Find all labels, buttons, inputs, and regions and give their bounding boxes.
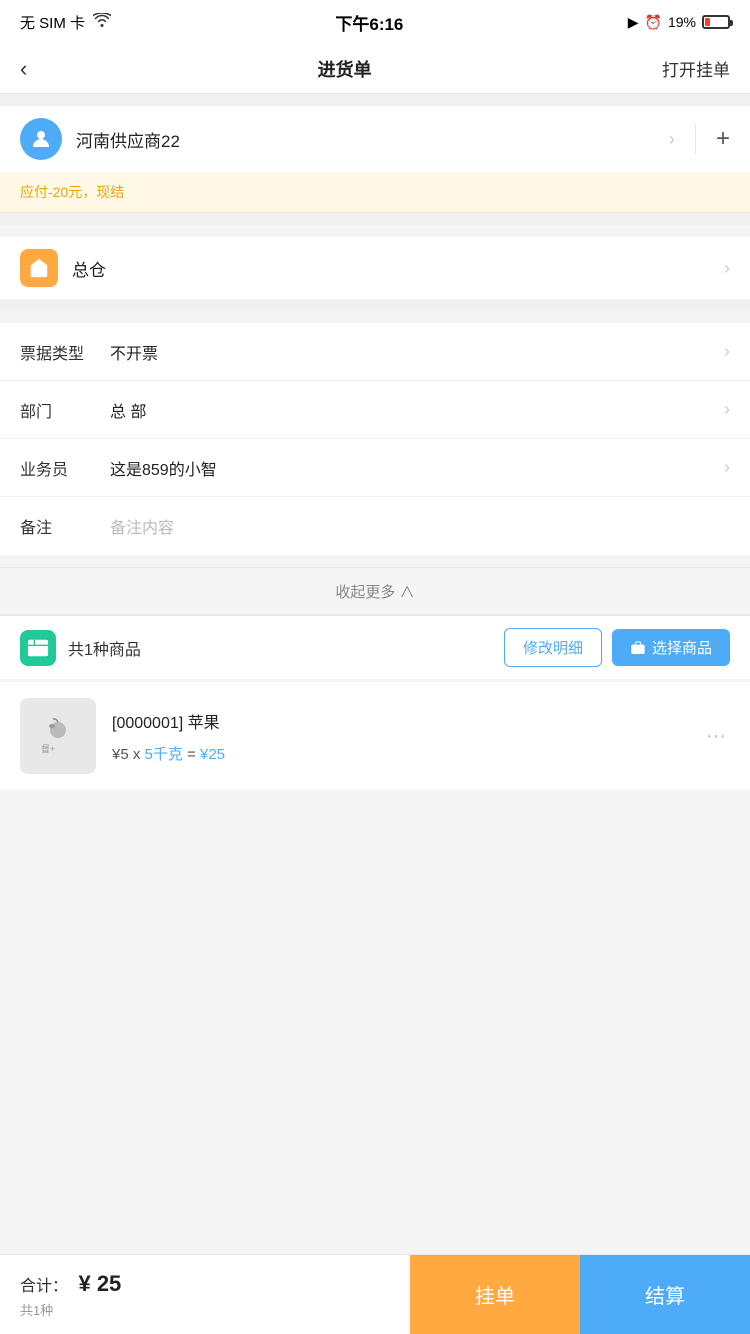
- status-right: ▶ ⏰ 19%: [628, 14, 730, 31]
- product-title: 苹果: [188, 715, 220, 732]
- salesperson-chevron-icon: ›: [724, 457, 730, 478]
- warehouse-row[interactable]: 总仓 ›: [0, 237, 750, 299]
- supplier-divider: [695, 124, 696, 154]
- department-chevron-icon: ›: [724, 399, 730, 420]
- salesperson-row[interactable]: 业务员 这是859的小智 ›: [0, 439, 750, 497]
- total-amount: ¥ 25: [78, 1271, 121, 1296]
- salesperson-value: 这是859的小智: [110, 456, 724, 480]
- collapse-button[interactable]: 收起更多 ∧: [0, 567, 750, 615]
- equals-sign: =: [187, 746, 200, 763]
- products-header: 共1种商品 修改明细 选择商品: [0, 615, 750, 679]
- remark-value: 备注内容: [110, 514, 730, 538]
- warehouse-chevron-icon: ›: [724, 258, 730, 279]
- page-title: 进货单: [318, 56, 372, 82]
- back-button[interactable]: ‹: [20, 56, 27, 82]
- info-banner: 应付-20元，现结: [0, 172, 750, 213]
- divider-1: [0, 213, 750, 225]
- top-divider: [0, 94, 750, 106]
- salesperson-label: 业务员: [20, 456, 100, 480]
- remark-label: 备注: [20, 514, 100, 538]
- add-supplier-button[interactable]: +: [716, 125, 730, 153]
- invoice-type-value: 不开票: [110, 340, 724, 364]
- department-label: 部门: [20, 398, 100, 422]
- total-value: ¥25: [200, 746, 225, 763]
- department-row[interactable]: 部门 总 部 ›: [0, 381, 750, 439]
- product-code: [0000001]: [112, 715, 183, 732]
- supplier-chevron-icon: ›: [669, 129, 675, 150]
- product-info: [0000001] 苹果 ¥5 x 5千克 = ¥25: [112, 709, 702, 764]
- product-item: 督+ [0000001] 苹果 ¥5 x 5千克 = ¥25 ···: [0, 681, 750, 790]
- product-name: [0000001] 苹果: [112, 709, 702, 733]
- location-icon: ▶: [628, 14, 639, 31]
- invoice-type-label: 票据类型: [20, 340, 100, 364]
- invoice-type-row[interactable]: 票据类型 不开票 ›: [0, 323, 750, 381]
- product-price: ¥5 x 5千克 = ¥25: [112, 743, 702, 764]
- status-left: 无 SIM 卡: [20, 12, 111, 33]
- collapse-label: 收起更多 ∧: [335, 581, 414, 602]
- select-product-label: 选择商品: [652, 637, 712, 658]
- quantity-value: 5千克: [145, 746, 183, 763]
- total-label: 合计：: [20, 1278, 68, 1295]
- warehouse-icon: [20, 249, 58, 287]
- warehouse-name: 总仓: [72, 256, 724, 281]
- hang-button[interactable]: 挂单: [410, 1255, 580, 1334]
- info-text: 应付-20元，现结: [20, 184, 124, 200]
- supplier-avatar: [20, 118, 62, 160]
- invoice-type-chevron-icon: ›: [724, 341, 730, 362]
- product-thumbnail: 督+: [20, 698, 96, 774]
- footer: 合计： ¥ 25 共1种 挂单 结算: [0, 1254, 750, 1334]
- supplier-name: 河南供应商22: [76, 127, 669, 152]
- battery-percent: 19%: [668, 14, 696, 30]
- products-icon: [20, 630, 56, 666]
- form-section: 票据类型 不开票 › 部门 总 部 › 业务员 这是859的小智 › 备注 备注…: [0, 323, 750, 555]
- total-count: 共1种: [20, 1300, 390, 1319]
- department-value: 总 部: [110, 398, 724, 422]
- settle-button[interactable]: 结算: [580, 1255, 750, 1334]
- open-hang-button[interactable]: 打开挂单: [662, 56, 730, 81]
- alarm-icon: ⏰: [645, 14, 662, 31]
- supplier-row[interactable]: 河南供应商22 › +: [0, 106, 750, 172]
- footer-spacer: [0, 790, 750, 870]
- battery-icon: [702, 15, 730, 29]
- svg-text:督+: 督+: [41, 743, 55, 754]
- status-time: 下午6:16: [335, 10, 403, 35]
- remark-row[interactable]: 备注 备注内容: [0, 497, 750, 555]
- divider-2: [0, 299, 750, 311]
- product-more-button[interactable]: ···: [702, 721, 730, 752]
- price-separator: x: [133, 746, 145, 763]
- price-value: ¥5: [112, 746, 129, 763]
- products-count-label: 共1种商品: [68, 636, 504, 660]
- status-bar: 无 SIM 卡 下午6:16 ▶ ⏰ 19%: [0, 0, 750, 44]
- nav-bar: ‹ 进货单 打开挂单: [0, 44, 750, 94]
- carrier-label: 无 SIM 卡: [20, 12, 85, 33]
- edit-details-button[interactable]: 修改明细: [504, 628, 602, 667]
- wifi-icon: [93, 13, 111, 31]
- footer-total: 合计： ¥ 25 共1种: [0, 1271, 410, 1319]
- select-product-button[interactable]: 选择商品: [612, 629, 730, 666]
